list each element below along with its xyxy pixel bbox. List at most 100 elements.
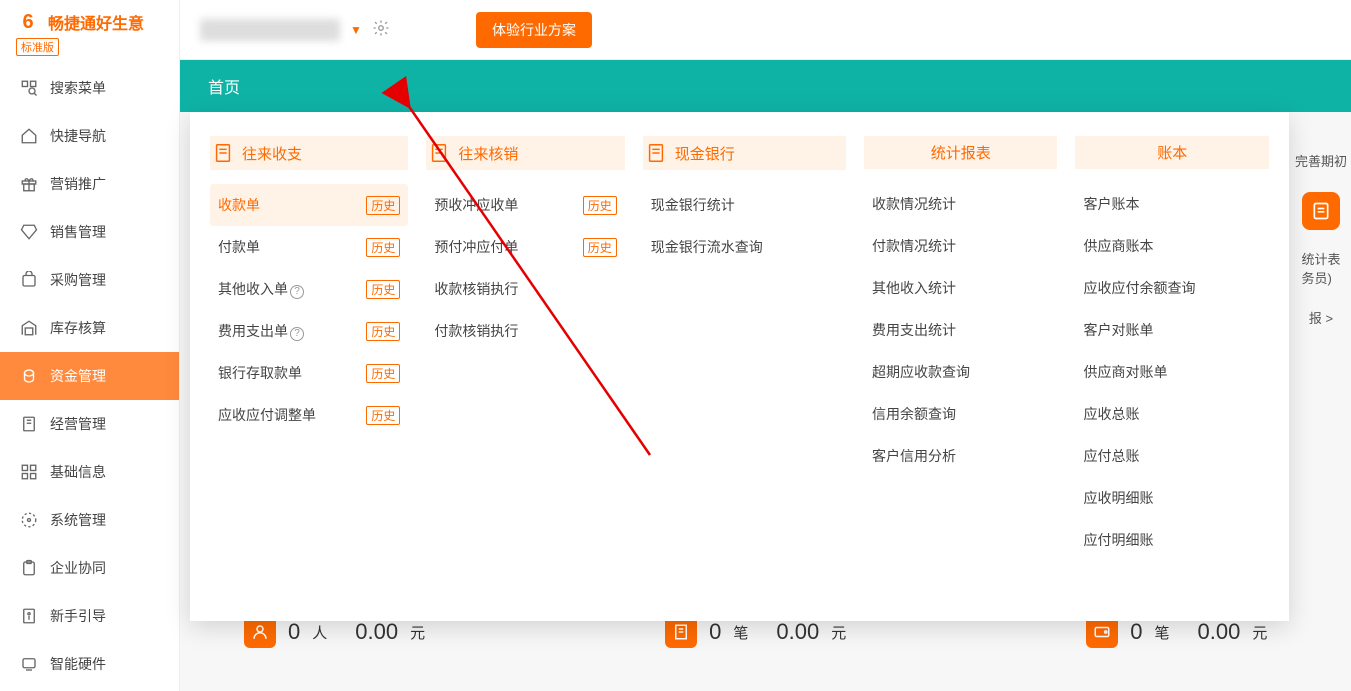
menu-label: 供应商账本 xyxy=(1083,236,1153,256)
cart-icon xyxy=(20,271,38,289)
menu-item[interactable]: 供应商对账单 xyxy=(1075,351,1269,393)
sidebar-item-hardware[interactable]: 智能硬件 xyxy=(0,640,179,688)
menu-item[interactable]: 客户信用分析 xyxy=(864,435,1058,477)
menu-item-cashbank-stat[interactable]: 现金银行统计 xyxy=(643,184,846,226)
sidebar-item-guide[interactable]: 新手引导 xyxy=(0,592,179,640)
chevron-down-icon[interactable]: ▼ xyxy=(350,23,362,37)
menu-label: 收款核销执行 xyxy=(434,279,518,299)
sidebar-item-label: 营销推广 xyxy=(50,174,106,194)
col-title: 现金银行 xyxy=(675,143,735,164)
gift-icon xyxy=(20,175,38,193)
menu-item[interactable]: 其他收入统计 xyxy=(864,267,1058,309)
sidebar-item-label: 快捷导航 xyxy=(50,126,106,146)
menu-label: 超期应收款查询 xyxy=(872,362,970,382)
home-icon xyxy=(20,127,38,145)
cta-button[interactable]: 体验行业方案 xyxy=(476,12,592,48)
side-text: 统计表 务员) xyxy=(1301,250,1340,289)
brand-badge: 标准版 xyxy=(16,38,59,56)
history-tag[interactable]: 历史 xyxy=(366,322,400,341)
sidebar-item-collab[interactable]: 企业协同 xyxy=(0,544,179,592)
menu-item[interactable]: 供应商账本 xyxy=(1075,225,1269,267)
history-tag[interactable]: 历史 xyxy=(366,238,400,257)
sidebar-item-quicknav[interactable]: 快捷导航 xyxy=(0,112,179,160)
menu-label: 现金银行流水查询 xyxy=(651,237,763,257)
report-icon[interactable] xyxy=(1302,192,1340,230)
menu-item-prereceive[interactable]: 预收冲应收单历史 xyxy=(426,184,624,226)
menu-item-bank-transfer[interactable]: 银行存取款单历史 xyxy=(210,352,408,394)
menu-label: 其他收入单? xyxy=(218,279,304,299)
sidebar-item-search[interactable]: 搜索菜单 xyxy=(0,64,179,112)
sidebar-item-label: 系统管理 xyxy=(50,510,106,530)
sidebar: 6 畅捷通好生意 标准版 搜索菜单 快捷导航 营销推广 销售管理 xyxy=(0,0,180,691)
history-tag[interactable]: 历史 xyxy=(366,196,400,215)
logo-area: 6 畅捷通好生意 标准版 xyxy=(0,0,179,64)
stat-amount-unit: 元 xyxy=(410,622,425,643)
menu-item-receipt-exec[interactable]: 收款核销执行 xyxy=(426,268,624,310)
side-text[interactable]: 报 > xyxy=(1309,309,1333,329)
org-selector[interactable]: ▼ xyxy=(200,19,460,41)
menu-col-receipts: 往来收支 收款单历史 付款单历史 其他收入单?历史 费用支出单?历史 银行存取款… xyxy=(210,136,408,561)
sidebar-item-basic[interactable]: 基础信息 xyxy=(0,448,179,496)
history-tag[interactable]: 历史 xyxy=(366,406,400,425)
menu-item[interactable]: 收款情况统计 xyxy=(864,183,1058,225)
menu-item-cashbank-flow[interactable]: 现金银行流水查询 xyxy=(643,226,846,268)
menu-item[interactable]: 客户对账单 xyxy=(1075,309,1269,351)
logo-icon: 6 xyxy=(16,10,40,34)
sidebar-item-sales[interactable]: 销售管理 xyxy=(0,208,179,256)
menu-col-ledger: 账本 客户账本 供应商账本 应收应付余额查询 客户对账单 供应商对账单 应收总账… xyxy=(1075,136,1269,561)
history-tag[interactable]: 历史 xyxy=(583,238,617,257)
menu-item[interactable]: 费用支出统计 xyxy=(864,309,1058,351)
col-title: 账本 xyxy=(1157,145,1187,162)
menu-item[interactable]: 应付总账 xyxy=(1075,435,1269,477)
menu-item-other-income[interactable]: 其他收入单? 历史 xyxy=(210,268,408,310)
sidebar-item-marketing[interactable]: 营销推广 xyxy=(0,160,179,208)
sidebar-item-label: 库存核算 xyxy=(50,318,106,338)
stat-count: 0 xyxy=(1130,619,1142,645)
money-icon xyxy=(20,367,38,385)
menu-label: 付款情况统计 xyxy=(872,236,956,256)
col-header: 往来核销 xyxy=(426,136,624,170)
stat-amount: 0.00 xyxy=(776,619,819,645)
menu-item-payment-exec[interactable]: 付款核销执行 xyxy=(426,310,624,352)
menu-label: 供应商对账单 xyxy=(1083,362,1167,382)
sidebar-item-label: 搜索菜单 xyxy=(50,78,106,98)
menu-item[interactable]: 应收总账 xyxy=(1075,393,1269,435)
menu-item[interactable]: 应付明细账 xyxy=(1075,519,1269,561)
menu-item[interactable]: 付款情况统计 xyxy=(864,225,1058,267)
sidebar-item-label: 经营管理 xyxy=(50,414,106,434)
sidebar-item-operation[interactable]: 经营管理 xyxy=(0,400,179,448)
gear-icon[interactable] xyxy=(372,19,390,40)
history-tag[interactable]: 历史 xyxy=(366,364,400,383)
menu-label: 收款情况统计 xyxy=(872,194,956,214)
history-tag[interactable]: 历史 xyxy=(366,280,400,299)
sidebar-item-label: 销售管理 xyxy=(50,222,106,242)
sidebar-item-inventory[interactable]: 库存核算 xyxy=(0,304,179,352)
help-icon[interactable]: ? xyxy=(290,327,304,341)
sidebar-item-purchase[interactable]: 采购管理 xyxy=(0,256,179,304)
menu-item[interactable]: 客户账本 xyxy=(1075,183,1269,225)
menu-item[interactable]: 信用余额查询 xyxy=(864,393,1058,435)
stat-unit: 笔 xyxy=(1154,622,1169,643)
menu-item-expense[interactable]: 费用支出单?历史 xyxy=(210,310,408,352)
sidebar-item-funds[interactable]: 资金管理 xyxy=(0,352,179,400)
menu-col-writeoff: 往来核销 预收冲应收单历史 预付冲应付单历史 收款核销执行 付款核销执行 xyxy=(426,136,624,561)
menu-label: 现金银行统计 xyxy=(651,195,735,215)
topbar: ▼ 体验行业方案 xyxy=(180,0,1351,60)
sidebar-item-label: 新手引导 xyxy=(50,606,106,626)
menu-item-adjust[interactable]: 应收应付调整单历史 xyxy=(210,394,408,436)
menu-label: 客户信用分析 xyxy=(872,446,956,466)
history-tag[interactable]: 历史 xyxy=(583,196,617,215)
stat-amount: 0.00 xyxy=(355,619,398,645)
menu-item-receipt[interactable]: 收款单历史 xyxy=(210,184,408,226)
menu-item-payment[interactable]: 付款单 历史 xyxy=(210,226,408,268)
menu-label: 客户对账单 xyxy=(1083,320,1153,340)
menu-item[interactable]: 超期应收款查询 xyxy=(864,351,1058,393)
menu-item-prepay[interactable]: 预付冲应付单历史 xyxy=(426,226,624,268)
menu-label: 付款单 xyxy=(218,237,260,257)
menu-item[interactable]: 应收应付余额查询 xyxy=(1075,267,1269,309)
sidebar-item-system[interactable]: 系统管理 xyxy=(0,496,179,544)
mega-menu: 往来收支 收款单历史 付款单历史 其他收入单?历史 费用支出单?历史 银行存取款… xyxy=(190,112,1289,621)
menu-item[interactable]: 应收明细账 xyxy=(1075,477,1269,519)
help-icon[interactable]: ? xyxy=(290,285,304,299)
tab-home[interactable]: 首页 xyxy=(204,74,244,98)
